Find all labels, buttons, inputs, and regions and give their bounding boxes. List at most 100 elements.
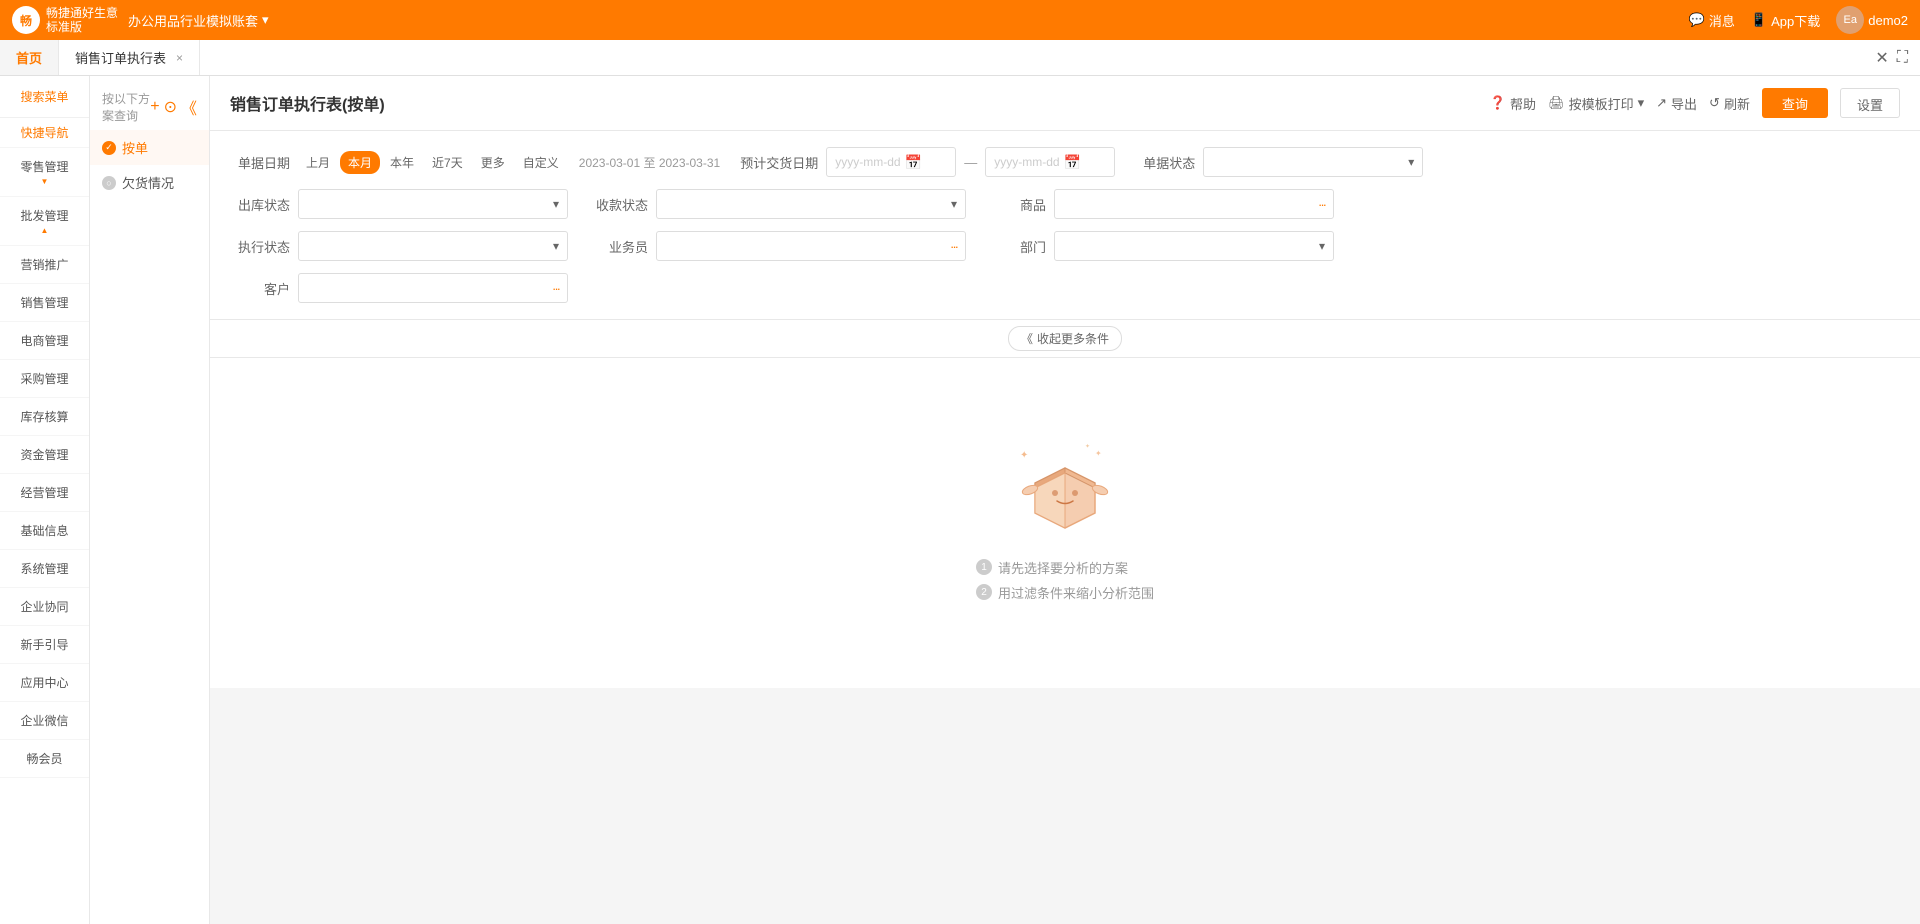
calendar-start-icon[interactable]: 📅 — [905, 154, 922, 171]
empty-step-2: 2 用过滤条件来缩小分析范围 — [976, 583, 1154, 602]
settings-scheme-btn[interactable]: ⊙ — [164, 97, 177, 117]
sidebar-item-purchase[interactable]: 采购管理 — [0, 360, 89, 398]
customer-select[interactable]: ··· — [298, 273, 568, 303]
sidebar-item-marketing[interactable]: 营销推广 — [0, 246, 89, 284]
sidebar-item-retail[interactable]: 零售管理 — [0, 148, 89, 197]
phone-icon: 📱 — [1751, 12, 1767, 28]
execution-chevron-icon: ▾ — [553, 239, 559, 253]
sub-sidebar-item-backorder[interactable]: ○ 欠货情况 — [90, 165, 209, 200]
tab-sales-order[interactable]: 销售订单执行表 × — [59, 40, 200, 75]
sidebar: 搜索菜单 快捷导航 零售管理 批发管理 营销推广 销售管理 电商管理 采购管理 … — [0, 76, 90, 924]
execution-status-label: 执行状态 — [230, 237, 290, 256]
collapse-more-btn[interactable]: 《 收起更多条件 — [1008, 326, 1122, 351]
department-select[interactable]: ▾ — [1054, 231, 1334, 261]
doc-status-chevron-icon: ▾ — [1408, 155, 1414, 169]
sidebar-item-ecommerce[interactable]: 电商管理 — [0, 322, 89, 360]
print-btn[interactable]: 🖨 按模板打印 ▾ — [1548, 94, 1644, 113]
date-label: 单据日期 — [230, 153, 290, 172]
sidebar-item-wechat[interactable]: 企业微信 — [0, 702, 89, 740]
search-menu-btn[interactable]: 搜索菜单 — [8, 84, 81, 109]
collapse-sub-sidebar-btn[interactable]: 《 — [181, 95, 197, 119]
customer-ellipsis-icon[interactable]: ··· — [552, 281, 559, 296]
outbound-chevron-icon: ▾ — [553, 197, 559, 211]
help-btn[interactable]: ❓ 帮助 — [1490, 94, 1536, 113]
settings-btn[interactable]: 设置 — [1840, 88, 1900, 118]
sidebar-item-system[interactable]: 系统管理 — [0, 550, 89, 588]
page-header-actions: ❓ 帮助 🖨 按模板打印 ▾ ↗ 导出 ↺ 刷新 查询 设置 — [1490, 88, 1900, 118]
print-chevron-icon: ▾ — [1638, 95, 1645, 111]
filter-row-2: 出库状态 ▾ 收款状态 ▾ 商品 ··· — [230, 189, 1900, 219]
print-icon: 🖨 — [1548, 95, 1565, 111]
filter-outbound-item: 出库状态 ▾ — [230, 189, 568, 219]
calendar-end-icon[interactable]: 📅 — [1064, 154, 1081, 171]
filter-execution-item: 执行状态 ▾ — [230, 231, 568, 261]
top-bar-left: 畅 畅捷通好生意 标准版 办公用品行业模拟账套 ▾ — [12, 6, 269, 35]
product-ellipsis-icon[interactable]: ··· — [1318, 197, 1325, 212]
add-scheme-btn[interactable]: + — [150, 98, 159, 116]
salesperson-select[interactable]: ··· — [656, 231, 966, 261]
execution-status-select[interactable]: ▾ — [298, 231, 568, 261]
inactive-dot-icon: ○ — [102, 176, 116, 190]
sidebar-item-wholesale[interactable]: 批发管理 — [0, 197, 89, 246]
user-avatar-area[interactable]: Ea demo2 — [1836, 6, 1908, 34]
delivery-date-start[interactable]: yyyy-mm-dd 📅 — [826, 147, 956, 177]
sidebar-item-operations[interactable]: 经营管理 — [0, 474, 89, 512]
filter-date-item: 单据日期 上月 本月 本年 近7天 更多 自定义 2023-03-01 至 20… — [230, 151, 720, 174]
chevron-down-icon[interactable]: ▾ — [262, 12, 269, 28]
salesperson-ellipsis-icon[interactable]: ··· — [950, 239, 957, 254]
sidebar-item-sales[interactable]: 销售管理 — [0, 284, 89, 322]
filter-customer-item: 客户 ··· — [230, 273, 568, 303]
delivery-date-end[interactable]: yyyy-mm-dd 📅 — [985, 147, 1115, 177]
quick-nav-btn[interactable]: 快捷导航 — [0, 118, 89, 148]
tab-bar: 首页 销售订单执行表 × ✕ ⛶ — [0, 40, 1920, 76]
step-1-num: 1 — [976, 559, 992, 575]
filter-collection-item: 收款状态 ▾ — [588, 189, 966, 219]
tab-close-icon[interactable]: × — [176, 51, 183, 65]
outbound-status-label: 出库状态 — [230, 195, 290, 214]
empty-step-1: 1 请先选择要分析的方案 — [976, 558, 1154, 577]
message-btn[interactable]: 💬 消息 — [1689, 11, 1735, 30]
date-tab-thisyear[interactable]: 本年 — [382, 151, 422, 174]
date-tab-more[interactable]: 更多 — [473, 151, 513, 174]
sidebar-item-inventory[interactable]: 库存核算 — [0, 398, 89, 436]
page-header: 销售订单执行表(按单) ❓ 帮助 🖨 按模板打印 ▾ ↗ 导出 ↺ 刷新 — [210, 76, 1920, 131]
logo-area: 畅 畅捷通好生意 标准版 — [12, 6, 118, 35]
filter-salesperson-item: 业务员 ··· — [588, 231, 966, 261]
date-tab-thismonth[interactable]: 本月 — [340, 151, 380, 174]
sidebar-item-finance[interactable]: 资金管理 — [0, 436, 89, 474]
app-download-btn[interactable]: 📱 App下载 — [1751, 11, 1820, 30]
window-close-btn[interactable]: ✕ — [1875, 48, 1888, 68]
sidebar-item-appcenter[interactable]: 应用中心 — [0, 664, 89, 702]
sidebar-search-area: 搜索菜单 — [0, 76, 89, 118]
customer-label: 客户 — [230, 279, 290, 298]
doc-status-select[interactable]: ▾ — [1203, 147, 1423, 177]
search-btn[interactable]: 查询 — [1762, 88, 1828, 118]
filter-row-4: 客户 ··· — [230, 273, 1900, 303]
sidebar-item-member[interactable]: 畅会员 — [0, 740, 89, 778]
outbound-status-select[interactable]: ▾ — [298, 189, 568, 219]
sub-sidebar-title-label: 按以下方案查询 — [102, 90, 150, 124]
help-icon: ❓ — [1490, 95, 1506, 111]
sub-sidebar: 按以下方案查询 + ⊙ 《 ✓ 按单 ○ 欠货情况 — [90, 76, 210, 924]
refresh-btn[interactable]: ↺ 刷新 — [1709, 94, 1750, 113]
sidebar-item-newuser[interactable]: 新手引导 — [0, 626, 89, 664]
date-tab-lastmonth[interactable]: 上月 — [298, 151, 338, 174]
top-bar-right: 💬 消息 📱 App下载 Ea demo2 — [1689, 6, 1908, 34]
svg-text:✦: ✦ — [1095, 449, 1102, 458]
refresh-icon: ↺ — [1709, 95, 1720, 111]
sub-sidebar-actions: + ⊙ 《 — [150, 95, 197, 119]
date-tab-7days[interactable]: 近7天 — [424, 151, 471, 174]
sub-sidebar-item-by-order[interactable]: ✓ 按单 — [90, 130, 209, 165]
product-select[interactable]: ··· — [1054, 189, 1334, 219]
active-dot-icon: ✓ — [102, 141, 116, 155]
avatar: Ea — [1836, 6, 1864, 34]
window-maximize-btn[interactable]: ⛶ — [1897, 49, 1908, 67]
export-btn[interactable]: ↗ 导出 — [1656, 94, 1697, 113]
tab-home[interactable]: 首页 — [0, 40, 59, 75]
sidebar-item-enterprise[interactable]: 企业协同 — [0, 588, 89, 626]
doc-status-label: 单据状态 — [1135, 153, 1195, 172]
step-2-num: 2 — [976, 584, 992, 600]
date-tab-custom[interactable]: 自定义 — [515, 151, 567, 174]
sidebar-item-basics[interactable]: 基础信息 — [0, 512, 89, 550]
collection-status-select[interactable]: ▾ — [656, 189, 966, 219]
